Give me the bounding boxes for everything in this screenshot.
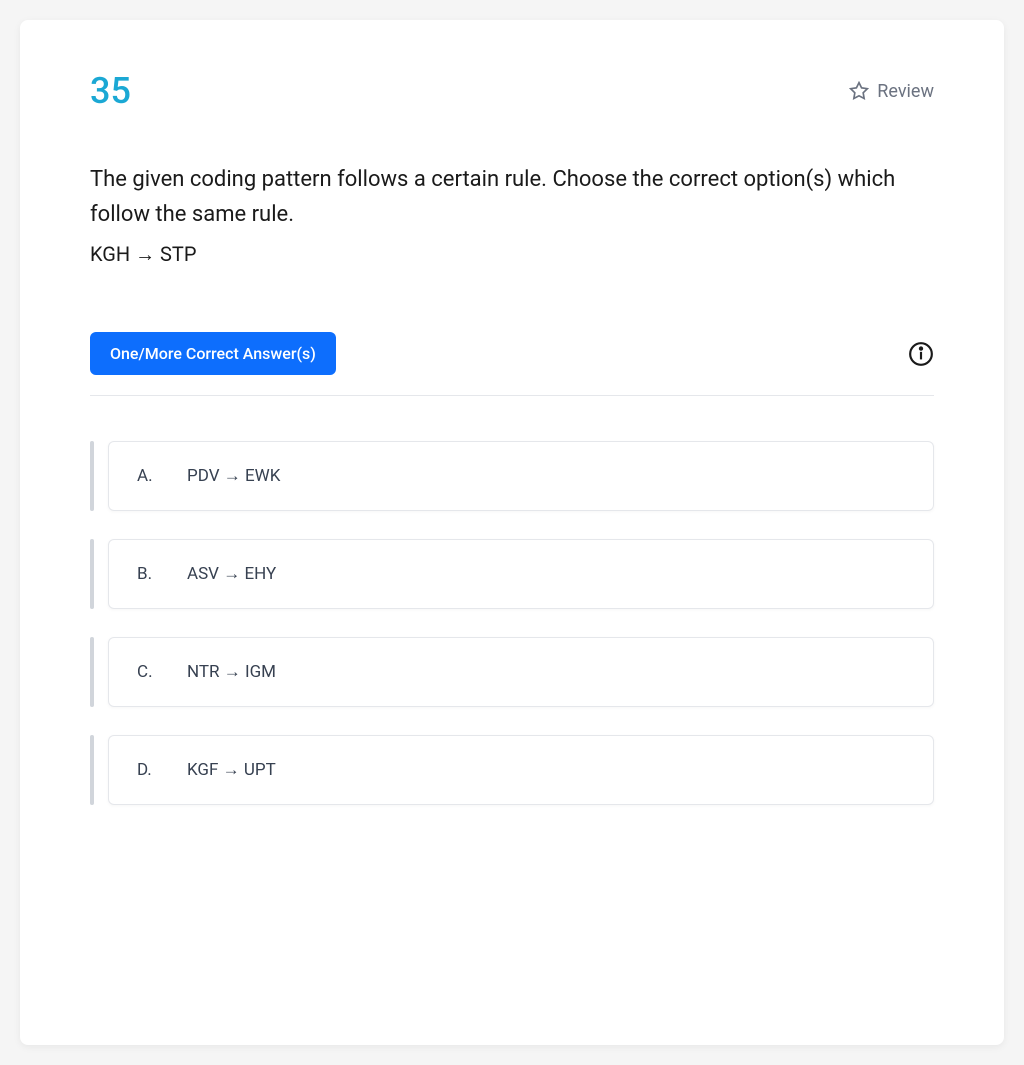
option-b[interactable]: B. ASV → EHY	[90, 539, 934, 609]
badge-row: One/More Correct Answer(s)	[90, 332, 934, 375]
option-letter: A.	[137, 466, 187, 486]
question-number: 35	[90, 70, 131, 112]
option-text: NTR → IGM	[187, 662, 276, 682]
answer-type-badge: One/More Correct Answer(s)	[90, 332, 336, 375]
option-bar	[90, 539, 94, 609]
option-bar	[90, 441, 94, 511]
question-card: 35 Review The given coding pattern follo…	[20, 20, 1004, 1045]
option-bar	[90, 735, 94, 805]
option-box: A. PDV → EWK	[108, 441, 934, 511]
review-label: Review	[877, 81, 934, 102]
option-letter: C.	[137, 662, 187, 682]
header-row: 35 Review	[90, 70, 934, 112]
option-a[interactable]: A. PDV → EWK	[90, 441, 934, 511]
option-text: PDV → EWK	[187, 466, 280, 486]
question-pattern: KGH → STP	[90, 242, 934, 267]
option-text: ASV → EHY	[187, 564, 276, 584]
divider	[90, 395, 934, 396]
option-letter: D.	[137, 760, 187, 780]
review-toggle[interactable]: Review	[849, 81, 934, 102]
option-box: C. NTR → IGM	[108, 637, 934, 707]
option-c[interactable]: C. NTR → IGM	[90, 637, 934, 707]
option-box: D. KGF → UPT	[108, 735, 934, 805]
info-icon[interactable]	[908, 341, 934, 367]
option-letter: B.	[137, 564, 187, 584]
star-icon	[849, 81, 869, 101]
option-bar	[90, 637, 94, 707]
option-box: B. ASV → EHY	[108, 539, 934, 609]
question-text: The given coding pattern follows a certa…	[90, 162, 934, 232]
option-text: KGF → UPT	[187, 760, 276, 780]
option-d[interactable]: D. KGF → UPT	[90, 735, 934, 805]
options-container: A. PDV → EWK B. ASV → EHY C. NTR → IGM D…	[90, 441, 934, 805]
